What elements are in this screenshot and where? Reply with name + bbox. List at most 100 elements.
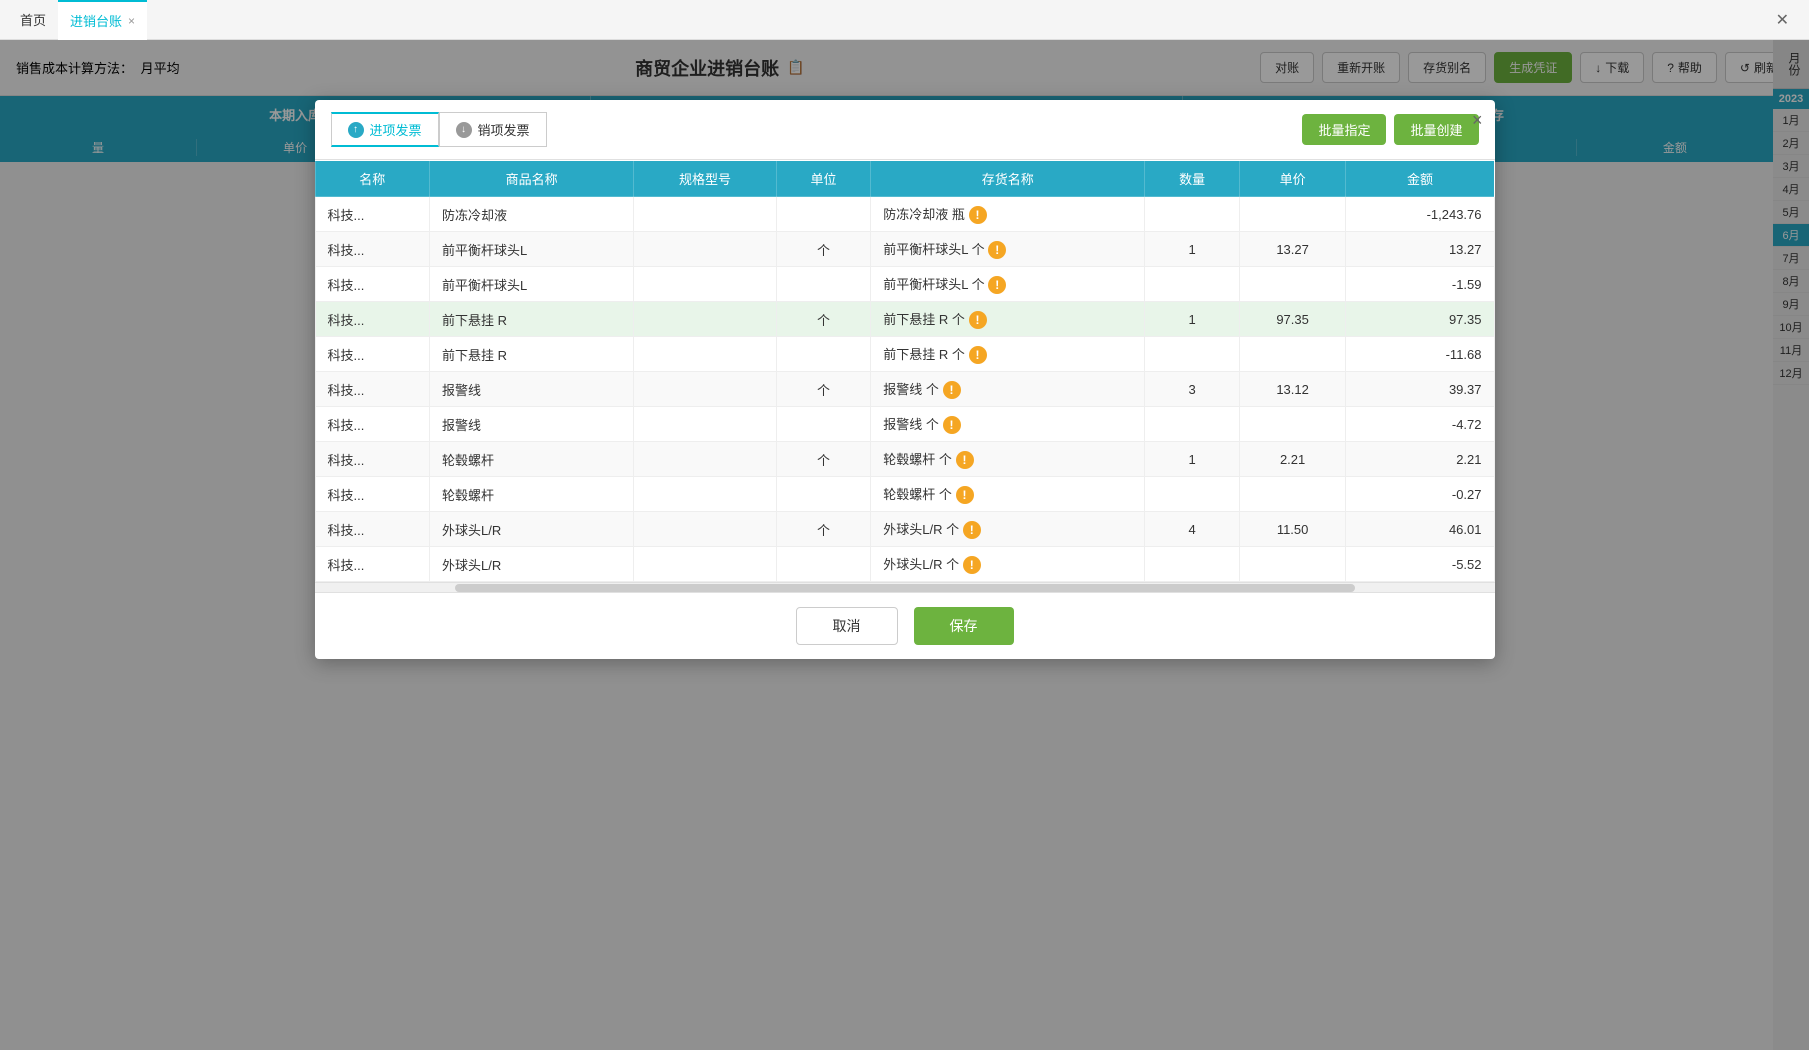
cell-inventory: 外球头L/R 个 ! [871, 512, 1145, 547]
cell-inventory: 轮毂螺杆 个 ! [871, 442, 1145, 477]
batch-create-button[interactable]: 批量创建 [1394, 114, 1478, 145]
cell-unit: 个 [776, 232, 870, 267]
cell-price [1239, 197, 1346, 232]
cell-unit: 个 [776, 302, 870, 337]
cell-qty [1145, 337, 1239, 372]
th-price: 单价 [1239, 161, 1346, 197]
cell-amount: -1,243.76 [1346, 197, 1494, 232]
warn-icon: ! [963, 556, 981, 574]
cell-name: 科技... [315, 407, 430, 442]
cell-inventory: 前下悬挂 R 个 ! [871, 302, 1145, 337]
modal-bottom-scrollbar[interactable] [315, 582, 1495, 592]
cell-inventory: 报警线 个 ! [871, 407, 1145, 442]
tab-outbound-invoice[interactable]: ↓ 销项发票 [439, 112, 547, 147]
cell-name: 科技... [315, 197, 430, 232]
cell-product: 防冻冷却液 [430, 197, 634, 232]
cell-inventory: 前平衡杆球头L 个 ! [871, 267, 1145, 302]
cell-name: 科技... [315, 547, 430, 582]
tab-ledger[interactable]: 进销台账 × [58, 0, 147, 40]
cell-amount: -4.72 [1346, 407, 1494, 442]
cell-price [1239, 267, 1346, 302]
cancel-button[interactable]: 取消 [796, 607, 898, 645]
cell-amount: 13.27 [1346, 232, 1494, 267]
table-row: 科技... 前下悬挂 R 前下悬挂 R 个 ! -11.68 [315, 337, 1494, 372]
cell-inventory: 防冻冷却液 瓶 ! [871, 197, 1145, 232]
cell-name: 科技... [315, 232, 430, 267]
cell-unit [776, 267, 870, 302]
cell-unit [776, 547, 870, 582]
cell-amount: 46.01 [1346, 512, 1494, 547]
cell-spec [634, 407, 777, 442]
cell-name: 科技... [315, 442, 430, 477]
cell-product: 外球头L/R [430, 547, 634, 582]
cell-qty: 1 [1145, 442, 1239, 477]
ledger-tab-label: 进销台账 [70, 11, 122, 30]
cell-price [1239, 547, 1346, 582]
cell-spec [634, 442, 777, 477]
th-amount: 金额 [1346, 161, 1494, 197]
cell-qty [1145, 267, 1239, 302]
cell-unit [776, 197, 870, 232]
cell-unit: 个 [776, 442, 870, 477]
modal-table: 名称 商品名称 规格型号 单位 存货名称 数量 单价 金额 科技... 防冻冷却… [315, 160, 1495, 582]
cell-product: 前下悬挂 R [430, 302, 634, 337]
cell-price: 97.35 [1239, 302, 1346, 337]
outbound-tab-icon: ↓ [456, 122, 472, 138]
cell-amount: -0.27 [1346, 477, 1494, 512]
warn-icon: ! [988, 276, 1006, 294]
th-product: 商品名称 [430, 161, 634, 197]
modal-overlay: ↑ 进项发票 ↓ 销项发票 批量指定 批量创建 × [0, 40, 1809, 1050]
cell-spec [634, 512, 777, 547]
window-close-button[interactable]: ✕ [1764, 10, 1801, 30]
cell-qty: 1 [1145, 302, 1239, 337]
warn-icon: ! [956, 451, 974, 469]
table-header-row: 名称 商品名称 规格型号 单位 存货名称 数量 单价 金额 [315, 161, 1494, 197]
top-bar: 首页 进销台账 × ✕ [0, 0, 1809, 40]
cell-spec [634, 547, 777, 582]
table-row: 科技... 报警线 报警线 个 ! -4.72 [315, 407, 1494, 442]
cell-amount: 39.37 [1346, 372, 1494, 407]
main-content: 销售成本计算方法： 月平均 商贸企业进销台账 📋 对账 重新开账 存货别名 生成… [0, 40, 1809, 1050]
cell-inventory: 外球头L/R 个 ! [871, 547, 1145, 582]
cell-name: 科技... [315, 477, 430, 512]
warn-icon: ! [969, 311, 987, 329]
cell-amount: 97.35 [1346, 302, 1494, 337]
cell-spec [634, 302, 777, 337]
cell-spec [634, 197, 777, 232]
warn-icon: ! [943, 381, 961, 399]
th-name: 名称 [315, 161, 430, 197]
modal-close-button[interactable]: × [1472, 110, 1483, 131]
cell-qty [1145, 547, 1239, 582]
warn-icon: ! [969, 346, 987, 364]
cell-price [1239, 337, 1346, 372]
cell-qty [1145, 477, 1239, 512]
tab-inbound-invoice[interactable]: ↑ 进项发票 [331, 112, 439, 147]
table-row: 科技... 轮毂螺杆 个 轮毂螺杆 个 ! 1 2.21 2.21 [315, 442, 1494, 477]
cell-product: 轮毂螺杆 [430, 442, 634, 477]
th-unit: 单位 [776, 161, 870, 197]
cell-unit: 个 [776, 372, 870, 407]
cell-unit: 个 [776, 512, 870, 547]
cell-spec [634, 372, 777, 407]
modal-table-wrap[interactable]: 名称 商品名称 规格型号 单位 存货名称 数量 单价 金额 科技... 防冻冷却… [315, 160, 1495, 582]
cell-name: 科技... [315, 512, 430, 547]
cell-qty [1145, 197, 1239, 232]
modal-header-buttons: 批量指定 批量创建 [1302, 114, 1478, 145]
cell-spec [634, 232, 777, 267]
cell-product: 前平衡杆球头L [430, 232, 634, 267]
cell-amount: 2.21 [1346, 442, 1494, 477]
cell-price: 13.27 [1239, 232, 1346, 267]
warn-icon: ! [969, 206, 987, 224]
cell-name: 科技... [315, 302, 430, 337]
save-button[interactable]: 保存 [914, 607, 1014, 645]
cell-product: 前下悬挂 R [430, 337, 634, 372]
cell-qty: 4 [1145, 512, 1239, 547]
modal-dialog: ↑ 进项发票 ↓ 销项发票 批量指定 批量创建 × [315, 100, 1495, 659]
tab-home[interactable]: 首页 [8, 0, 58, 40]
th-qty: 数量 [1145, 161, 1239, 197]
warn-icon: ! [956, 486, 974, 504]
cell-product: 轮毂螺杆 [430, 477, 634, 512]
batch-assign-button[interactable]: 批量指定 [1302, 114, 1386, 145]
cell-price: 13.12 [1239, 372, 1346, 407]
close-tab-icon[interactable]: × [128, 14, 135, 28]
